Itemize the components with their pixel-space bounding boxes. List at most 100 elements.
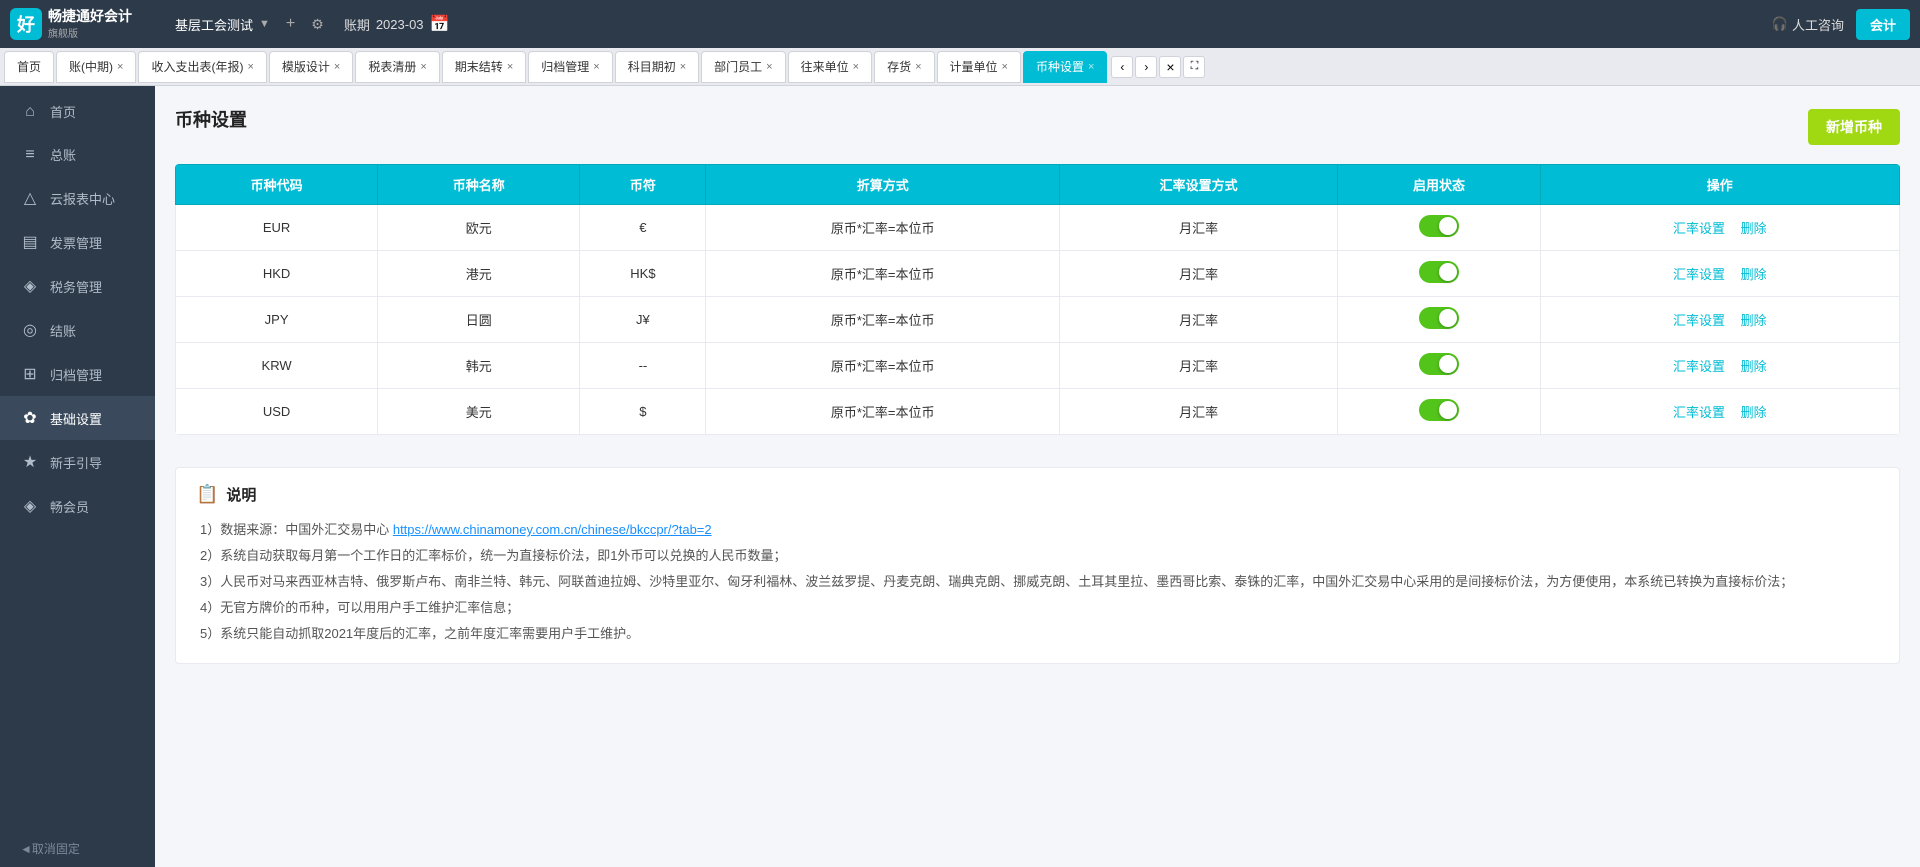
tab-department-label: 部门员工 bbox=[714, 58, 762, 75]
table-row: HKD港元HK$原币*汇率=本位币月汇率 汇率设置 删除 bbox=[176, 251, 1900, 297]
toggle-thumb bbox=[1439, 309, 1457, 327]
tab-unit-close-icon[interactable]: × bbox=[1002, 61, 1008, 73]
tab-archive[interactable]: 归档管理 × bbox=[528, 51, 612, 83]
cell-symbol: -- bbox=[580, 343, 706, 389]
tab-period-close-icon[interactable]: × bbox=[117, 61, 123, 73]
cell-rate: 月汇率 bbox=[1059, 389, 1337, 435]
tab-template[interactable]: 模版设计 × bbox=[269, 51, 353, 83]
cell-action: 汇率设置 删除 bbox=[1540, 297, 1899, 343]
tab-unit-label: 计量单位 bbox=[950, 58, 998, 75]
tab-subjects-label: 科目期初 bbox=[628, 58, 676, 75]
member-icon: ◈ bbox=[20, 496, 40, 516]
table-row: KRW韩元--原币*汇率=本位币月汇率 汇率设置 删除 bbox=[176, 343, 1900, 389]
sidebar-item-report-center[interactable]: △ 云报表中心 bbox=[0, 176, 155, 220]
rate-setting-link[interactable]: 汇率设置 bbox=[1673, 267, 1725, 282]
sidebar-footer[interactable]: ◄取消固定 bbox=[0, 830, 155, 867]
sidebar-invoice-label: 发票管理 bbox=[50, 233, 102, 252]
tab-unit[interactable]: 计量单位 × bbox=[937, 51, 1021, 83]
cell-status[interactable] bbox=[1338, 343, 1540, 389]
sidebar-item-member[interactable]: ◈ 畅会员 bbox=[0, 484, 155, 528]
delete-link[interactable]: 删除 bbox=[1741, 405, 1767, 420]
home-icon: ⌂ bbox=[20, 103, 40, 121]
currency-table: 币种代码 币种名称 币符 折算方式 汇率设置方式 启用状态 操作 EUR欧元€原… bbox=[175, 164, 1900, 435]
delete-link[interactable]: 删除 bbox=[1741, 221, 1767, 236]
tab-close-all-icon[interactable]: × bbox=[1159, 56, 1181, 78]
tab-customers[interactable]: 往来单位 × bbox=[788, 51, 872, 83]
notice-link[interactable]: https://www.chinamoney.com.cn/chinese/bk… bbox=[393, 522, 712, 537]
tab-report-close-icon[interactable]: × bbox=[247, 61, 253, 73]
tab-inventory-label: 存货 bbox=[887, 58, 911, 75]
enable-toggle[interactable] bbox=[1419, 215, 1459, 237]
tab-home-label: 首页 bbox=[17, 58, 41, 75]
tab-period-end-label: 期末结转 bbox=[455, 58, 503, 75]
cell-symbol: $ bbox=[580, 389, 706, 435]
account-button[interactable]: 会计 bbox=[1856, 9, 1910, 40]
enable-toggle[interactable] bbox=[1419, 261, 1459, 283]
sidebar-item-home[interactable]: ⌂ 首页 bbox=[0, 90, 155, 133]
rate-setting-link[interactable]: 汇率设置 bbox=[1673, 313, 1725, 328]
cell-status[interactable] bbox=[1338, 297, 1540, 343]
cell-status[interactable] bbox=[1338, 251, 1540, 297]
tab-archive-close-icon[interactable]: × bbox=[593, 61, 599, 73]
tab-template-close-icon[interactable]: × bbox=[334, 61, 340, 73]
toggle-thumb bbox=[1439, 217, 1457, 235]
tab-department[interactable]: 部门员工 × bbox=[701, 51, 785, 83]
tab-taxclear-close-icon[interactable]: × bbox=[420, 61, 426, 73]
toggle-thumb bbox=[1439, 355, 1457, 373]
tab-template-label: 模版设计 bbox=[282, 58, 330, 75]
cell-code: EUR bbox=[176, 205, 378, 251]
workspace-selector[interactable]: 基层工会测试 ▼ bbox=[175, 15, 270, 34]
new-currency-button[interactable]: 新增币种 bbox=[1808, 109, 1900, 145]
tab-currency[interactable]: 币种设置 × bbox=[1023, 51, 1107, 83]
logo-icon: 好 bbox=[10, 8, 42, 40]
sidebar-item-settings[interactable]: ✿ 基础设置 bbox=[0, 396, 155, 440]
calendar-icon[interactable]: 📅 bbox=[430, 14, 450, 34]
tab-bar: 首页 账(中期) × 收入支出表(年报) × 模版设计 × 税表清册 × 期末结… bbox=[0, 48, 1920, 86]
tab-next-icon[interactable]: › bbox=[1135, 56, 1157, 78]
sidebar-item-checkout[interactable]: ◎ 结账 bbox=[0, 308, 155, 352]
tab-subjects[interactable]: 科目期初 × bbox=[615, 51, 699, 83]
sidebar-item-guide[interactable]: ★ 新手引导 bbox=[0, 440, 155, 484]
workspace-settings-icon[interactable]: ⚙ bbox=[311, 16, 324, 33]
sidebar-checkout-label: 结账 bbox=[50, 321, 76, 340]
content-area: 币种设置 新增币种 币种代码 币种名称 币符 折算方式 汇率设置方式 启用状态 … bbox=[155, 86, 1920, 867]
tab-inventory-close-icon[interactable]: × bbox=[915, 61, 921, 73]
sidebar-item-archive[interactable]: ⊞ 归档管理 bbox=[0, 352, 155, 396]
sidebar-tax-label: 税务管理 bbox=[50, 277, 102, 296]
col-header-name: 币种名称 bbox=[378, 165, 580, 205]
tab-home[interactable]: 首页 bbox=[4, 51, 54, 83]
delete-link[interactable]: 删除 bbox=[1741, 313, 1767, 328]
add-workspace-icon[interactable]: + bbox=[286, 15, 295, 33]
delete-link[interactable]: 删除 bbox=[1741, 267, 1767, 282]
rate-setting-link[interactable]: 汇率设置 bbox=[1673, 405, 1725, 420]
tab-period-end-close-icon[interactable]: × bbox=[507, 61, 513, 73]
enable-toggle[interactable] bbox=[1419, 353, 1459, 375]
enable-toggle[interactable] bbox=[1419, 307, 1459, 329]
tab-inventory[interactable]: 存货 × bbox=[874, 51, 934, 83]
tab-currency-close-icon[interactable]: × bbox=[1088, 61, 1094, 73]
logo-text-area: 畅捷通好会计 旗舰版 bbox=[48, 8, 132, 40]
rate-setting-link[interactable]: 汇率设置 bbox=[1673, 359, 1725, 374]
delete-link[interactable]: 删除 bbox=[1741, 359, 1767, 374]
sidebar-footer-label: ◄取消固定 bbox=[20, 840, 80, 857]
tab-department-close-icon[interactable]: × bbox=[766, 61, 772, 73]
cell-status[interactable] bbox=[1338, 205, 1540, 251]
tab-archive-label: 归档管理 bbox=[541, 58, 589, 75]
enable-toggle[interactable] bbox=[1419, 399, 1459, 421]
tab-period[interactable]: 账(中期) × bbox=[56, 51, 136, 83]
tab-expand-icon[interactable]: ⛶ bbox=[1183, 56, 1205, 78]
tab-taxclear[interactable]: 税表清册 × bbox=[355, 51, 439, 83]
tab-report[interactable]: 收入支出表(年报) × bbox=[138, 51, 266, 83]
sidebar-item-invoice[interactable]: ▤ 发票管理 bbox=[0, 220, 155, 264]
workspace-name: 基层工会测试 bbox=[175, 15, 253, 34]
tab-subjects-close-icon[interactable]: × bbox=[680, 61, 686, 73]
tab-customers-close-icon[interactable]: × bbox=[853, 61, 859, 73]
cell-status[interactable] bbox=[1338, 389, 1540, 435]
help-button[interactable]: 🎧 人工咨询 bbox=[1772, 15, 1844, 34]
cell-calc: 原币*汇率=本位币 bbox=[706, 389, 1060, 435]
tab-prev-icon[interactable]: ‹ bbox=[1111, 56, 1133, 78]
tab-period-end[interactable]: 期末结转 × bbox=[442, 51, 526, 83]
rate-setting-link[interactable]: 汇率设置 bbox=[1673, 221, 1725, 236]
sidebar-item-tax[interactable]: ◈ 税务管理 bbox=[0, 264, 155, 308]
sidebar-item-general-ledger[interactable]: ≡ 总账 bbox=[0, 133, 155, 176]
